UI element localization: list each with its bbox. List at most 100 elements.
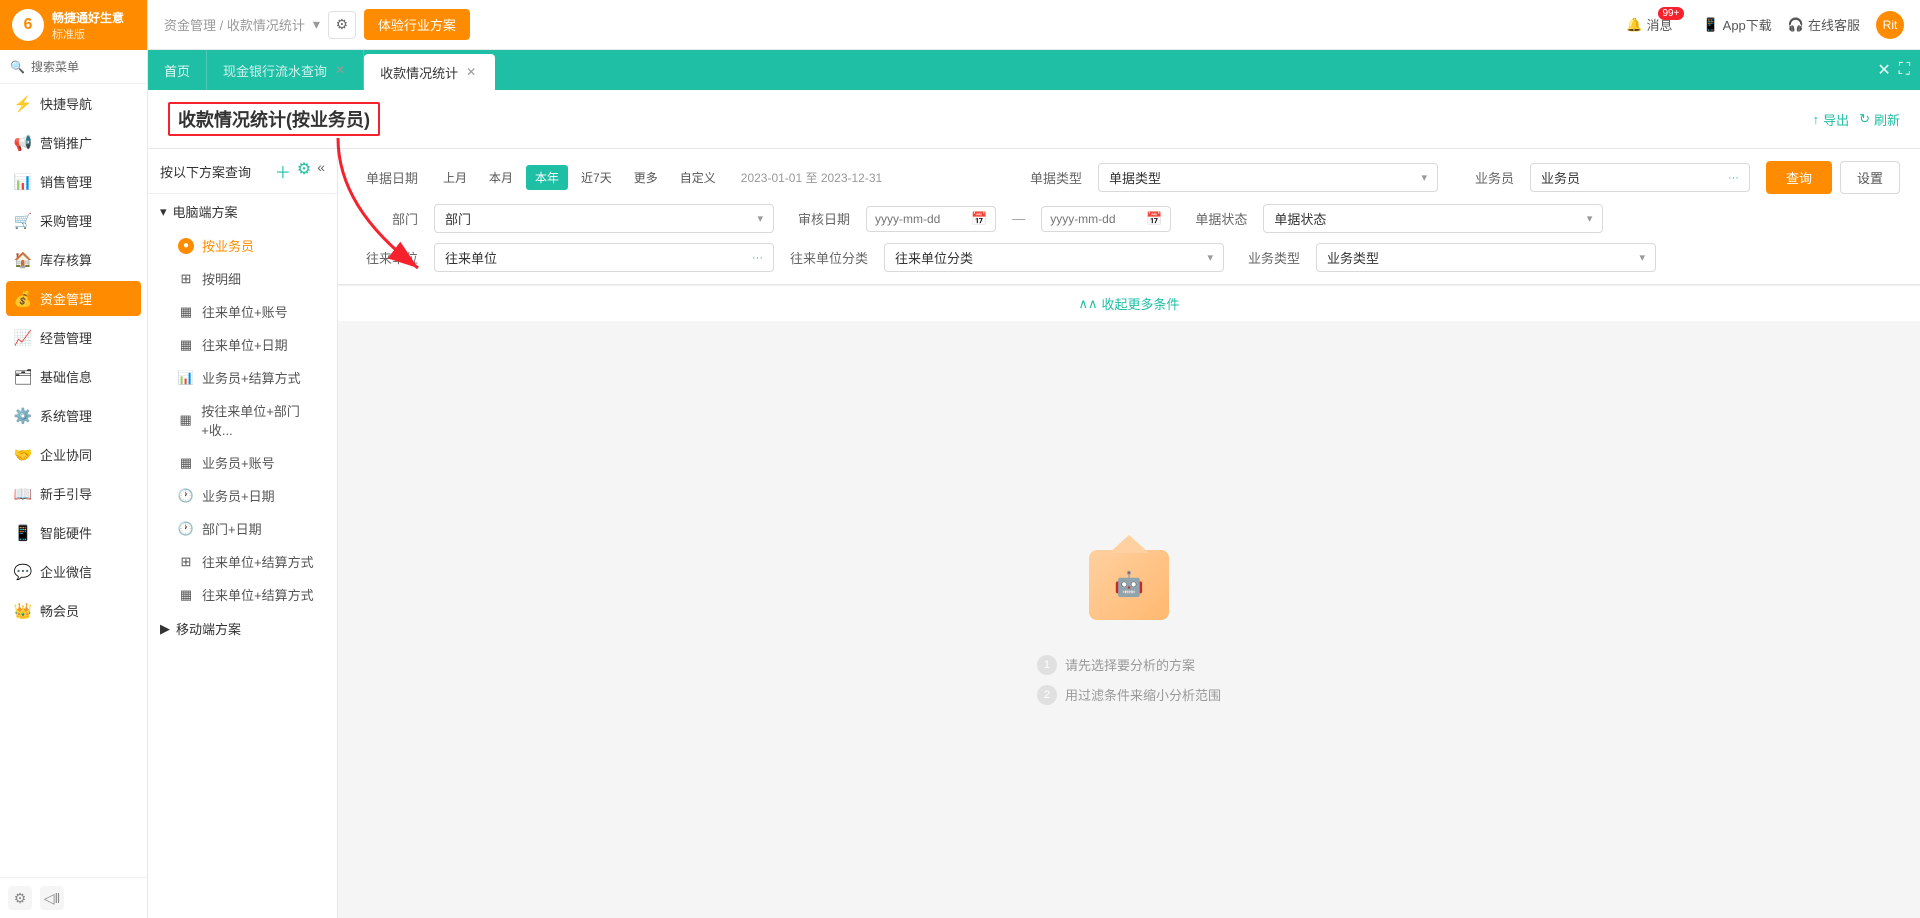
doc-status-value: 单据状态 [1274,209,1326,228]
sidebar-item-vip[interactable]: 👑 畅会员 [0,591,147,630]
sidebar-item-hardware[interactable]: 📱 智能硬件 [0,513,147,552]
tab-home[interactable]: 首页 [148,50,207,90]
scheme-collapse-btn[interactable]: « [317,159,325,183]
sidebar-item-system[interactable]: ⚙️ 系统管理 [0,396,147,435]
query-btn[interactable]: 查询 [1766,161,1832,194]
tab-cashflow-label: 现金银行流水查询 [223,61,327,80]
logo-area: 6 畅捷通好生意 标准版 [0,0,147,50]
collapse-sidebar-icon[interactable]: ◁‖ [40,886,64,910]
counter-party-select[interactable]: 往来单位 ··· [434,243,774,272]
date-tab-more[interactable]: 更多 [625,165,667,190]
doc-status-select[interactable]: 单据状态 ▾ [1263,204,1603,233]
tab-receipts-label: 收款情况统计 [380,63,458,82]
weixin-icon: 💬 [14,563,32,581]
sidebar-item-finance[interactable]: 💰 资金管理 [6,281,141,316]
settings-btn[interactable]: 设置 [1840,161,1900,194]
biz-type-value: 业务类型 [1327,248,1379,267]
hint-text-1: 请先选择要分析的方案 [1065,655,1195,674]
biz-type-select[interactable]: 业务类型 ▾ [1316,243,1656,272]
date-tab-this-year[interactable]: 本年 [526,165,568,190]
tab-cashflow[interactable]: 现金银行流水查询 ✕ [207,50,364,90]
salesman-select[interactable]: 业务员 ··· [1530,163,1750,192]
sidebar-item-purchase[interactable]: 🛒 采购管理 [0,201,147,240]
scheme-item-label: 往来单位+日期 [202,335,288,354]
export-btn[interactable]: ↑ 导出 [1813,110,1850,129]
scheme-group-desktop-title[interactable]: ▾ 电脑端方案 [148,194,337,229]
online-service-btn[interactable]: 🎧 在线客服 [1788,15,1860,34]
sidebar-item-quick-nav[interactable]: ⚡ 快捷导航 [0,84,147,123]
scheme-item-salesman-settle[interactable]: 📊 业务员+结算方式 [148,361,337,394]
app-download-btn[interactable]: 📱 App下载 [1702,15,1771,34]
tab-receipts[interactable]: 收款情况统计 ✕ [364,54,495,90]
review-date-from-field[interactable] [875,212,965,226]
unit-dept-icon: ▦ [178,412,193,428]
scheme-group-desktop: ▾ 电脑端方案 ● 按业务员 ⊞ 按明细 ▦ 往 [148,194,337,611]
scheme-item-unit-date[interactable]: ▦ 往来单位+日期 [148,328,337,361]
tab-close-all-btn[interactable]: ✕ [1877,60,1890,80]
scheme-add-btn[interactable]: ＋ [275,159,291,183]
topbar-breadcrumb: 资金管理 / 收款情况统计 [164,15,305,34]
empty-illustration: 🤖 [1069,535,1189,635]
sidebar-item-sales[interactable]: 📊 销售管理 [0,162,147,201]
scheme-item-unit-settle1[interactable]: ⊞ 往来单位+结算方式 [148,545,337,578]
scheme-group-mobile-title[interactable]: ▶ 移动端方案 [148,611,337,646]
collapse-bar[interactable]: ∧∧ 收起更多条件 [338,285,1920,321]
tab-cashflow-close[interactable]: ✕ [333,63,347,77]
scheme-item-by-salesman[interactable]: ● 按业务员 [148,229,337,262]
sidebar-item-label: 基础信息 [40,367,92,386]
unit-date-icon: ▦ [178,337,194,353]
sidebar-item-collab[interactable]: 🤝 企业协同 [0,435,147,474]
doc-type-label: 单据类型 [1022,168,1082,187]
system-icon: ⚙️ [14,407,32,425]
review-date-to-input[interactable]: 📅 [1041,206,1171,232]
sidebar-item-label: 库存核算 [40,250,92,269]
counter-party-more-icon: ··· [752,252,763,264]
counter-category-select[interactable]: 往来单位分类 ▾ [884,243,1224,272]
scheme-item-dept-date[interactable]: 🕐 部门+日期 [148,512,337,545]
settings-footer-icon[interactable]: ⚙ [8,886,32,910]
hint-text-2: 用过滤条件来缩小分析范围 [1065,685,1221,704]
sidebar-item-weixin[interactable]: 💬 企业微信 [0,552,147,591]
biz-type-arrow-icon: ▾ [1639,251,1645,264]
finance-icon: 💰 [14,290,32,308]
collapse-icon: ∧∧ [1078,296,1097,312]
topbar-dropdown-icon[interactable]: ▾ [313,16,320,33]
sidebar-item-marketing[interactable]: 📢 营销推广 [0,123,147,162]
message-btn[interactable]: 🔔 消息 99+ [1626,15,1672,34]
scheme-group-mobile-label: 移动端方案 [176,619,241,638]
tab-receipts-close[interactable]: ✕ [464,65,478,79]
date-tab-custom[interactable]: 自定义 [671,165,725,190]
sidebar-item-label: 新手引导 [40,484,92,503]
sidebar-item-inventory[interactable]: 🏠 库存核算 [0,240,147,279]
scheme-item-unit-account[interactable]: ▦ 往来单位+账号 [148,295,337,328]
scheme-item-unit-settle2[interactable]: ▦ 往来单位+结算方式 [148,578,337,611]
doc-type-select[interactable]: 单据类型 ▾ [1098,163,1438,192]
scheme-item-salesman-date[interactable]: 🕐 业务员+日期 [148,479,337,512]
search-menu-item[interactable]: 🔍 搜索菜单 [0,50,147,84]
user-avatar: Rit [1876,11,1904,39]
tab-maximize-btn[interactable]: ⛶ [1899,61,1910,79]
review-date-to-field[interactable] [1050,212,1140,226]
dept-select[interactable]: 部门 ▾ [434,204,774,233]
sidebar-item-basic-info[interactable]: 🗂 基础信息 [0,357,147,396]
topbar-gear-button[interactable]: ⚙ [328,11,356,39]
scheme-item-label: 按业务员 [202,236,254,255]
user-menu[interactable]: Rit [1876,11,1904,39]
counter-party-value: 往来单位 [445,248,497,267]
sidebar-item-operations[interactable]: 📈 经营管理 [0,318,147,357]
scheme-item-detail[interactable]: ⊞ 按明细 [148,262,337,295]
trial-btn[interactable]: 体验行业方案 [364,9,470,40]
sidebar: 6 畅捷通好生意 标准版 🔍 搜索菜单 ⚡ 快捷导航 📢 营销推广 📊 销售管理… [0,0,148,918]
scheme-item-unit-dept[interactable]: ▦ 按往来单位+部门+收... [148,394,337,446]
review-date-from-input[interactable]: 📅 [866,206,996,232]
dept-value: 部门 [445,209,471,228]
date-tab-this-month[interactable]: 本月 [480,165,522,190]
date-tab-7days[interactable]: 近7天 [572,165,621,190]
sidebar-item-guide[interactable]: 📖 新手引导 [0,474,147,513]
scheme-settings-btn[interactable]: ⚙ [297,159,311,183]
calendar-to-icon[interactable]: 📅 [1146,211,1162,227]
date-tab-last-month[interactable]: 上月 [434,165,476,190]
refresh-btn[interactable]: ↻ 刷新 [1859,110,1900,129]
scheme-item-salesman-account[interactable]: ▦ 业务员+账号 [148,446,337,479]
calendar-from-icon[interactable]: 📅 [971,211,987,227]
